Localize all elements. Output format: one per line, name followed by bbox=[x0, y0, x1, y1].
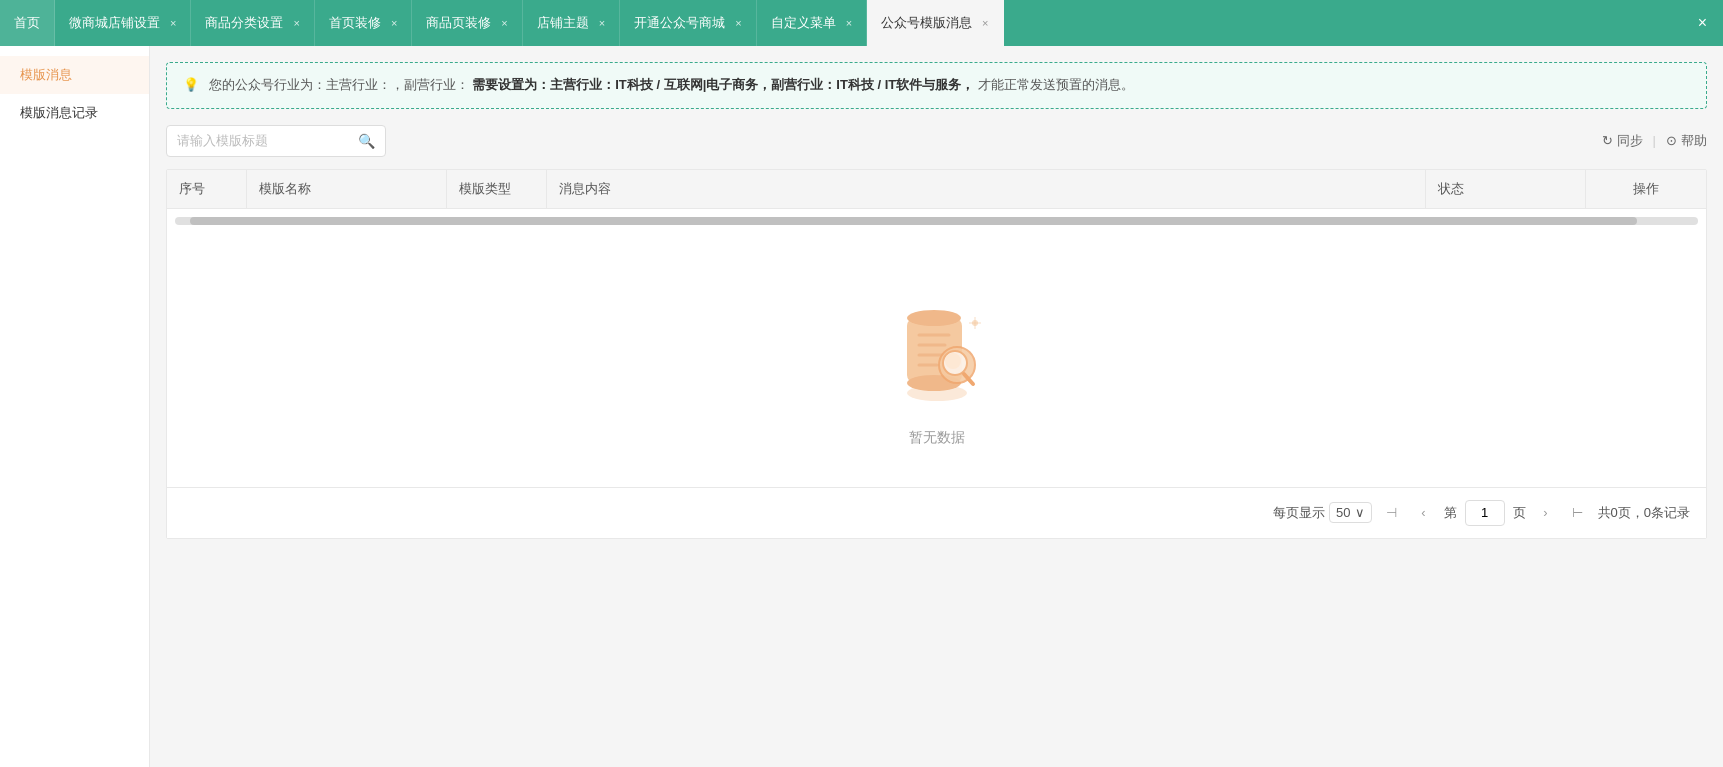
nav-tab-custom-menu-label: 自定义菜单 bbox=[771, 14, 836, 32]
nav-tab-product-decor[interactable]: 商品页装修 × bbox=[412, 0, 522, 46]
close-icon[interactable]: × bbox=[599, 17, 605, 29]
help-circle-icon: ⊙ bbox=[1666, 133, 1677, 148]
page-number-input[interactable] bbox=[1465, 500, 1505, 526]
nav-tab-home-label: 首页 bbox=[14, 14, 40, 32]
nav-tab-template-msg[interactable]: 公众号模版消息 × bbox=[867, 0, 1003, 46]
main-layout: 模版消息 模版消息记录 💡 您的公众号行业为：主营行业：，副营行业： 需要设置为… bbox=[0, 46, 1723, 767]
notice-icon: 💡 bbox=[183, 77, 199, 92]
content-area: 💡 您的公众号行业为：主营行业：，副营行业： 需要设置为：主营行业：IT科技 /… bbox=[150, 46, 1723, 767]
sidebar: 模版消息 模版消息记录 bbox=[0, 46, 150, 767]
nav-tab-home-decor-label: 首页装修 bbox=[329, 14, 381, 32]
nav-tab-micro-shop-label: 微商城店铺设置 bbox=[69, 14, 160, 32]
total-text: 共0页，0条记录 bbox=[1598, 504, 1690, 522]
scroll-bar-container bbox=[167, 209, 1706, 233]
nav-tab-custom-menu[interactable]: 自定义菜单 × bbox=[757, 0, 867, 46]
close-icon[interactable]: × bbox=[170, 17, 176, 29]
notice-text-prefix: 您的公众号行业为：主营行业：，副营行业： bbox=[209, 77, 469, 92]
notice-text-suffix: 才能正常发送预置的消息。 bbox=[978, 77, 1134, 92]
last-page-button[interactable]: ⊢ bbox=[1566, 501, 1590, 525]
nav-tab-product-decor-label: 商品页装修 bbox=[426, 14, 491, 32]
close-all-button[interactable]: × bbox=[1682, 14, 1723, 32]
empty-text: 暂无数据 bbox=[909, 429, 965, 447]
horizontal-scrollbar[interactable] bbox=[175, 217, 1698, 225]
sidebar-item-template-msg-label: 模版消息 bbox=[20, 67, 72, 82]
empty-state: 暂无数据 bbox=[167, 233, 1706, 487]
scrollbar-thumb[interactable] bbox=[190, 217, 1637, 225]
search-input[interactable] bbox=[177, 133, 358, 148]
page-size-label: 每页显示 bbox=[1273, 504, 1325, 522]
svg-point-10 bbox=[945, 353, 961, 369]
nav-tab-product-category-label: 商品分类设置 bbox=[205, 14, 283, 32]
close-icon[interactable]: × bbox=[391, 17, 397, 29]
search-icon[interactable]: 🔍 bbox=[358, 133, 375, 149]
th-status: 状态 bbox=[1426, 170, 1586, 208]
prev-page-button[interactable]: ‹ bbox=[1412, 501, 1436, 525]
sync-button[interactable]: ↻ 同步 bbox=[1602, 132, 1643, 150]
pagination-bar: 每页显示 50 ∨ ⊣ ‹ 第 页 › ⊢ 共0页，0条记录 bbox=[167, 487, 1706, 538]
notice-box: 💡 您的公众号行业为：主营行业：，副营行业： 需要设置为：主营行业：IT科技 /… bbox=[166, 62, 1707, 109]
nav-tab-product-category[interactable]: 商品分类设置 × bbox=[191, 0, 314, 46]
nav-tab-store-theme[interactable]: 店铺主题 × bbox=[523, 0, 620, 46]
help-button[interactable]: ⊙ 帮助 bbox=[1666, 132, 1707, 150]
sidebar-item-template-msg-record[interactable]: 模版消息记录 bbox=[0, 94, 149, 132]
toolbar-right: ↻ 同步 | ⊙ 帮助 bbox=[1602, 132, 1707, 150]
sync-icon: ↻ bbox=[1602, 133, 1613, 148]
toolbar-divider: | bbox=[1653, 133, 1656, 148]
search-bar: 🔍 ↻ 同步 | ⊙ 帮助 bbox=[166, 125, 1707, 157]
data-table: 序号 模版名称 模版类型 消息内容 状态 操作 bbox=[166, 169, 1707, 539]
help-label: 帮助 bbox=[1681, 132, 1707, 150]
nav-tab-open-mall[interactable]: 开通公众号商城 × bbox=[620, 0, 756, 46]
close-icon[interactable]: × bbox=[846, 17, 852, 29]
th-name: 模版名称 bbox=[247, 170, 447, 208]
empty-svg-icon bbox=[877, 293, 997, 413]
th-seq: 序号 bbox=[167, 170, 247, 208]
page-size-value: 50 bbox=[1336, 505, 1350, 520]
chevron-down-icon: ∨ bbox=[1355, 505, 1365, 520]
close-icon[interactable]: × bbox=[501, 17, 507, 29]
sidebar-item-template-msg[interactable]: 模版消息 bbox=[0, 56, 149, 94]
sidebar-item-template-msg-record-label: 模版消息记录 bbox=[20, 105, 98, 120]
top-nav: 首页 微商城店铺设置 × 商品分类设置 × 首页装修 × 商品页装修 × 店铺主… bbox=[0, 0, 1723, 46]
table-header: 序号 模版名称 模版类型 消息内容 状态 操作 bbox=[167, 170, 1706, 209]
page-label: 第 bbox=[1444, 504, 1457, 522]
sync-label: 同步 bbox=[1617, 132, 1643, 150]
svg-point-2 bbox=[907, 310, 961, 326]
page-size-dropdown[interactable]: 50 ∨ bbox=[1329, 502, 1371, 523]
close-icon[interactable]: × bbox=[735, 17, 741, 29]
nav-tab-micro-shop[interactable]: 微商城店铺设置 × bbox=[55, 0, 191, 46]
page-unit: 页 bbox=[1513, 504, 1526, 522]
close-icon[interactable]: × bbox=[293, 17, 299, 29]
empty-illustration bbox=[877, 293, 997, 413]
th-content: 消息内容 bbox=[547, 170, 1426, 208]
first-page-button[interactable]: ⊣ bbox=[1380, 501, 1404, 525]
th-type: 模版类型 bbox=[447, 170, 547, 208]
nav-tab-store-theme-label: 店铺主题 bbox=[537, 14, 589, 32]
nav-tab-open-mall-label: 开通公众号商城 bbox=[634, 14, 725, 32]
next-page-button[interactable]: › bbox=[1534, 501, 1558, 525]
nav-tab-template-msg-label: 公众号模版消息 bbox=[881, 14, 972, 32]
nav-tab-home-decor[interactable]: 首页装修 × bbox=[315, 0, 412, 46]
search-input-wrap[interactable]: 🔍 bbox=[166, 125, 386, 157]
nav-tab-home[interactable]: 首页 bbox=[0, 0, 55, 46]
notice-highlight: 需要设置为：主营行业：IT科技 / 互联网|电子商务，副营行业：IT科技 / I… bbox=[472, 77, 974, 92]
th-action: 操作 bbox=[1586, 170, 1706, 208]
close-icon[interactable]: × bbox=[982, 17, 988, 29]
page-size-select: 每页显示 50 ∨ bbox=[1273, 502, 1371, 523]
